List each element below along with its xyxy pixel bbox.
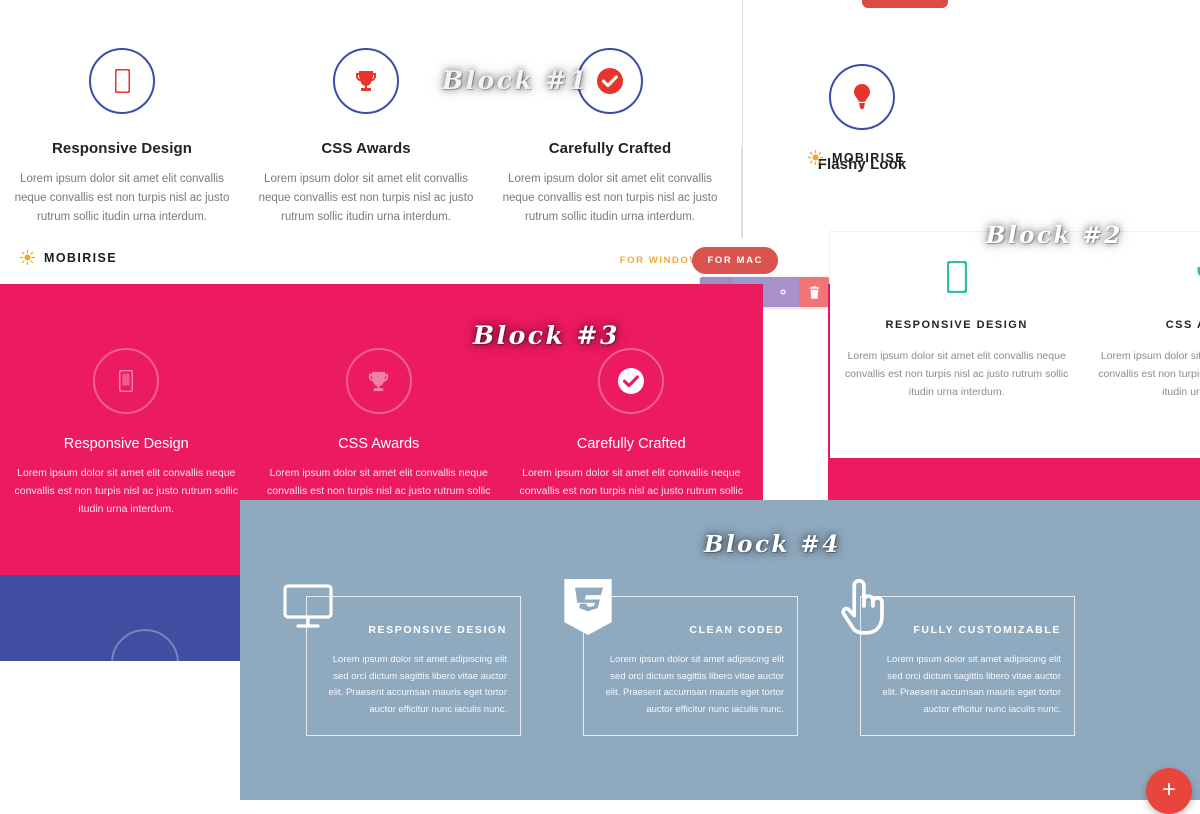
- brand-name: MOBIRISE: [832, 150, 906, 165]
- css3-icon: [564, 579, 612, 635]
- trash-icon: [809, 285, 819, 299]
- mobile-phone-icon: [119, 370, 134, 392]
- block4-columns: RESPONSIVE DESIGN Lorem ipsum dolor sit …: [283, 578, 1075, 736]
- feature-column[interactable]: CSS AWARDS Lorem ipsum dolor sit amet el…: [1083, 232, 1200, 401]
- feature-title: CLEAN CODED: [689, 624, 784, 636]
- block-label-2: Block #2: [986, 222, 1123, 249]
- block1-panel[interactable]: Responsive Design Lorem ipsum dolor sit …: [0, 0, 743, 239]
- icon-circle: [89, 48, 155, 114]
- icon-circle: [598, 348, 665, 414]
- mobile-phone-icon: [946, 261, 967, 293]
- icon-circle: [111, 629, 179, 661]
- feature-column[interactable]: RESPONSIVE DESIGN Lorem ipsum dolor sit …: [830, 232, 1083, 401]
- block-label-4: Block #4: [704, 531, 841, 558]
- icon-circle: [93, 348, 160, 414]
- block-label-3: Block #3: [473, 321, 620, 350]
- feature-text: Lorem ipsum dolor sit amet elit convalli…: [502, 173, 718, 223]
- feature-text: Lorem ipsum dolor sit amet adipiscing el…: [605, 654, 784, 715]
- feature-title: Carefully Crafted: [576, 436, 686, 452]
- icon-wrap: [282, 578, 340, 636]
- feature-title: CSS AWARDS: [1165, 319, 1200, 331]
- top-cutoff-button[interactable]: [862, 0, 948, 8]
- feature-card[interactable]: RESPONSIVE DESIGN Lorem ipsum dolor sit …: [283, 584, 521, 736]
- block-label-1: Block #1: [442, 66, 589, 95]
- brand-name: MOBIRISE: [44, 250, 118, 265]
- sun-icon: [808, 150, 823, 165]
- delete-block-button[interactable]: [799, 277, 829, 307]
- feature-text: Lorem ipsum dolor sit amet elit convalli…: [844, 350, 1069, 398]
- feature-title: Responsive Design: [63, 436, 189, 452]
- trophy-icon: [369, 371, 389, 391]
- feature-title: RESPONSIVE DESIGN: [368, 624, 507, 636]
- feature-text: Lorem ipsum dolor sit amet elit convalli…: [258, 173, 474, 223]
- check-circle-icon: [618, 368, 645, 394]
- feature-title: Responsive Design: [51, 140, 193, 157]
- block3-columns: Responsive Design Lorem ipsum dolor sit …: [0, 284, 763, 518]
- feature-card[interactable]: CLEAN CODED Lorem ipsum dolor sit amet a…: [564, 579, 798, 736]
- feature-title: CSS Awards: [338, 436, 420, 452]
- icon-wrap: [559, 578, 617, 636]
- feature-text: Lorem ipsum dolor sit amet elit convalli…: [1098, 350, 1200, 398]
- block-settings-button[interactable]: [766, 277, 799, 307]
- feature-title: Carefully Crafted: [548, 140, 672, 157]
- check-circle-icon: [597, 68, 623, 94]
- feature-text: Lorem ipsum dolor sit amet adipiscing el…: [882, 654, 1061, 715]
- left-white-area: [0, 661, 241, 800]
- block-blue-strip[interactable]: [0, 575, 241, 661]
- feature-title: CSS Awards: [321, 140, 411, 157]
- feature-text: Lorem ipsum dolor sit amet elit convalli…: [14, 467, 238, 515]
- brand[interactable]: MOBIRISE: [20, 250, 117, 265]
- add-block-button[interactable]: +: [1146, 768, 1192, 814]
- icon-wrap: [836, 578, 894, 636]
- block1-columns: Responsive Design Lorem ipsum dolor sit …: [0, 0, 742, 227]
- mobile-phone-icon: [114, 69, 130, 93]
- floating-brand: MOBIRISE: [808, 150, 905, 165]
- block2-panel[interactable]: RESPONSIVE DESIGN Lorem ipsum dolor sit …: [830, 232, 1200, 458]
- plus-icon: +: [1161, 775, 1176, 803]
- monitor-icon: [283, 584, 333, 628]
- feature-column[interactable]: Responsive Design Lorem ipsum dolor sit …: [0, 284, 253, 518]
- feature-column[interactable]: Flashy Look Lorem ipsum dolor sit amet e…: [758, 284, 764, 518]
- feature-title: FULLY CUSTOMIZABLE: [913, 624, 1061, 636]
- feature-card[interactable]: FULLY CUSTOMIZABLE Lorem ipsum dolor sit…: [841, 578, 1075, 736]
- trophy-icon: [1197, 267, 1200, 277]
- pointing-hand-icon: [841, 578, 884, 635]
- icon-circle: [345, 348, 412, 414]
- gear-icon: [779, 289, 786, 295]
- feature-column[interactable]: Carefully Crafted Lorem ipsum dolor sit …: [505, 284, 758, 518]
- feature-text: Lorem ipsum dolor sit amet elit convalli…: [14, 173, 230, 223]
- trophy-icon: [356, 71, 376, 91]
- feature-title: RESPONSIVE DESIGN: [885, 319, 1028, 331]
- lightbulb-icon: [854, 84, 870, 110]
- icon-wrap: [844, 260, 1069, 294]
- icon-circle: [829, 64, 895, 130]
- feature-column[interactable]: Responsive Design Lorem ipsum dolor sit …: [0, 0, 244, 227]
- icon-wrap: [1097, 260, 1200, 294]
- feature-column[interactable]: Carefully Crafted Lorem ipsum dolor sit …: [488, 0, 732, 227]
- feature-column[interactable]: CSS Awards Lorem ipsum dolor sit amet el…: [253, 284, 506, 518]
- sun-icon: [20, 250, 35, 265]
- icon-circle: [333, 48, 399, 114]
- feature-column[interactable]: CSS Awards Lorem ipsum dolor sit amet el…: [244, 0, 488, 227]
- button-for-mac[interactable]: FOR MAC: [692, 247, 778, 274]
- feature-text: Lorem ipsum dolor sit amet adipiscing el…: [328, 654, 507, 715]
- block2-columns: RESPONSIVE DESIGN Lorem ipsum dolor sit …: [830, 232, 1200, 401]
